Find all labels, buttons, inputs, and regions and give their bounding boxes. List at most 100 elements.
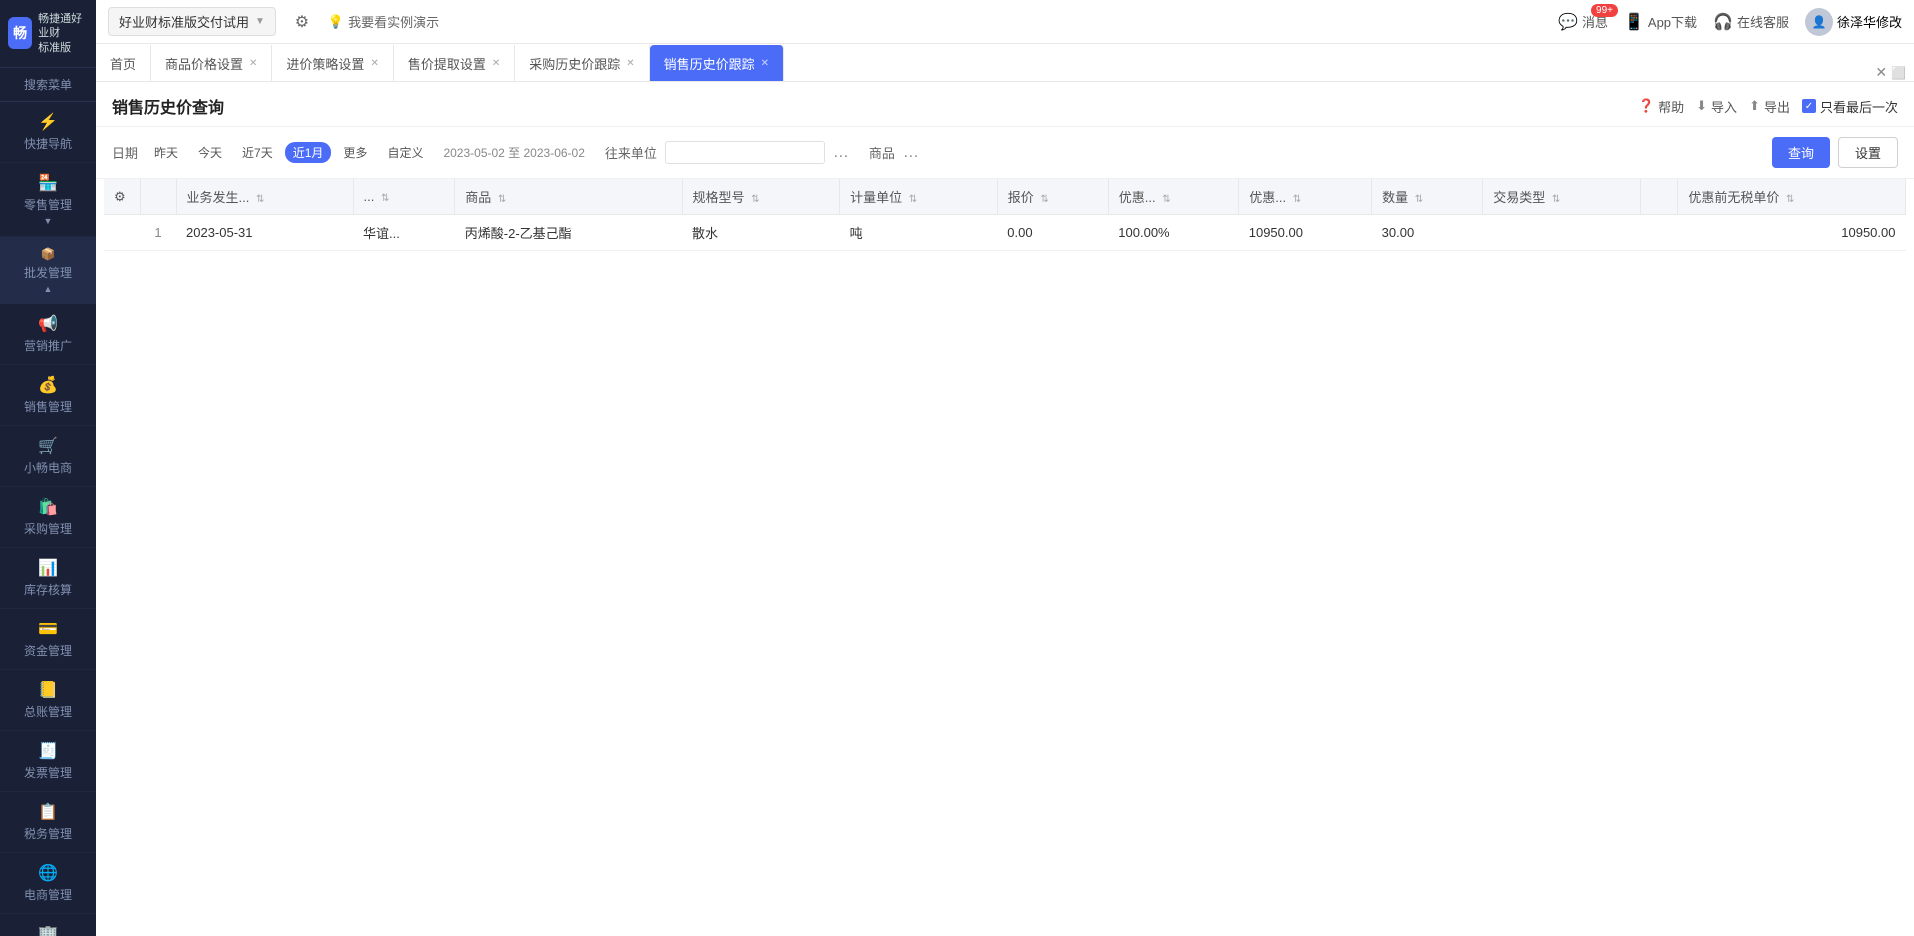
- sidebar-item-ledger[interactable]: 📒 总账管理: [0, 670, 96, 731]
- tab-purchase-history-label: 采购历史价跟踪: [529, 54, 620, 73]
- topbar-right: 💬 消息 99+ 📱 App下载 🎧 在线客服 👤 徐泽华修改: [1558, 8, 1902, 36]
- tab-price-close-icon[interactable]: ✕: [249, 58, 257, 69]
- finance-icon: 💳: [38, 619, 58, 639]
- tab-home-label: 首页: [110, 54, 136, 73]
- sidebar-item-ecommerce[interactable]: 🌐 电商管理: [0, 853, 96, 914]
- col-quantity[interactable]: 数量 ⇅: [1372, 179, 1483, 215]
- col-business-date[interactable]: 业务发生... ⇅: [176, 179, 353, 215]
- app-download-button[interactable]: 📱 App下载: [1624, 12, 1697, 32]
- only-last-checkbox[interactable]: ✓ 只看最后一次: [1802, 97, 1898, 116]
- sidebar-item-quick-nav[interactable]: ⚡ 快捷导航: [0, 102, 96, 163]
- col-more[interactable]: ... ⇅: [353, 179, 455, 215]
- date-filter-group: 日期 昨天 今天 近7天 近1月 更多 自定义 2023-05-02 至 202…: [112, 142, 585, 163]
- product-more-icon[interactable]: …: [903, 144, 919, 162]
- message-icon: 💬: [1558, 12, 1578, 32]
- partner-input[interactable]: [665, 141, 825, 164]
- col-price[interactable]: 报价 ⇅: [997, 179, 1108, 215]
- window-controls: ✕ ⬜: [1867, 64, 1914, 81]
- sidebar: 畅 畅捷通好业财 标准版 搜索菜单 ⚡ 快捷导航 🏪 零售管理 ▼ 📦 批发管理…: [0, 0, 96, 936]
- query-button[interactable]: 查询: [1772, 137, 1830, 168]
- app-icon: 📱: [1624, 12, 1644, 32]
- tab-sale-history-close-icon[interactable]: ✕: [761, 58, 769, 69]
- topbar-settings-button[interactable]: ⚙: [288, 8, 316, 36]
- close-window-icon[interactable]: ✕: [1875, 64, 1887, 81]
- tab-sale-price[interactable]: 售价提取设置 ✕: [394, 45, 515, 81]
- sort-icon-unit: ⇅: [909, 194, 917, 205]
- date-option-last7[interactable]: 近7天: [234, 142, 281, 163]
- col-seq: [140, 179, 176, 215]
- col-pretax-unit-price[interactable]: 优惠前无税单价 ⇅: [1678, 179, 1906, 215]
- date-option-custom[interactable]: 自定义: [379, 142, 431, 163]
- col-unit[interactable]: 计量单位 ⇅: [840, 179, 998, 215]
- sidebar-item-sales[interactable]: 💰 销售管理: [0, 365, 96, 426]
- date-option-last1m[interactable]: 近1月: [285, 142, 332, 163]
- sidebar-item-retail[interactable]: 🏪 零售管理 ▼: [0, 163, 96, 237]
- col-product[interactable]: 商品 ⇅: [455, 179, 682, 215]
- col-discount-rate[interactable]: 优惠... ⇅: [1108, 179, 1238, 215]
- sidebar-search[interactable]: 搜索菜单: [0, 68, 96, 102]
- tab-purchase-strategy-label: 进价策略设置: [286, 54, 364, 73]
- maximize-window-icon[interactable]: ⬜: [1891, 66, 1906, 80]
- import-button[interactable]: ⬇ 导入: [1696, 97, 1737, 116]
- filter-bar: 日期 昨天 今天 近7天 近1月 更多 自定义 2023-05-02 至 202…: [96, 127, 1914, 179]
- sidebar-item-fixed-assets[interactable]: 🏢 固定资产: [0, 914, 96, 936]
- demo-icon: 💡: [328, 14, 344, 30]
- col-settings[interactable]: ⚙: [104, 179, 140, 215]
- help-icon: ❓: [1638, 98, 1654, 114]
- date-option-yesterday[interactable]: 昨天: [146, 142, 186, 163]
- xiao-ecommerce-icon: 🛒: [38, 436, 58, 456]
- sidebar-item-marketing[interactable]: 📢 营销推广: [0, 304, 96, 365]
- cell-quantity: 30.00: [1372, 215, 1483, 251]
- date-option-today[interactable]: 今天: [190, 142, 230, 163]
- tab-purchase-history[interactable]: 采购历史价跟踪 ✕: [515, 45, 649, 81]
- tab-sale-history[interactable]: 销售历史价跟踪 ✕: [650, 45, 784, 81]
- user-menu[interactable]: 👤 徐泽华修改: [1805, 8, 1902, 36]
- cell-seq: 1: [140, 215, 176, 251]
- date-range: 2023-05-02 至 2023-06-02: [443, 144, 584, 161]
- sidebar-item-finance[interactable]: 💳 资金管理: [0, 609, 96, 670]
- sidebar-item-tax[interactable]: 📋 税务管理: [0, 792, 96, 853]
- settings-button[interactable]: 设置: [1838, 137, 1898, 168]
- user-name: 徐泽华修改: [1837, 12, 1902, 31]
- col-transaction-type[interactable]: 交易类型 ⇅: [1483, 179, 1641, 215]
- tab-price[interactable]: 商品价格设置 ✕: [151, 45, 272, 81]
- date-option-more[interactable]: 更多: [335, 142, 375, 163]
- date-options: 昨天 今天 近7天 近1月 更多 自定义: [146, 142, 431, 163]
- tab-purchase-history-close-icon[interactable]: ✕: [626, 58, 634, 69]
- table-row[interactable]: 1 2023-05-31 华谊... 丙烯酸-2-乙基己酯 散水 吨 0.00 …: [104, 215, 1906, 251]
- purchase-icon: 🛍️: [38, 497, 58, 517]
- cell-unit: 吨: [840, 215, 998, 251]
- export-button[interactable]: ⬆ 导出: [1749, 97, 1790, 116]
- service-icon: 🎧: [1713, 12, 1733, 32]
- sidebar-item-invoice[interactable]: 🧾 发票管理: [0, 731, 96, 792]
- partner-more-icon[interactable]: …: [833, 144, 849, 162]
- tab-sale-price-close-icon[interactable]: ✕: [492, 58, 500, 69]
- tab-home[interactable]: 首页: [96, 45, 151, 81]
- tab-purchase-strategy-close-icon[interactable]: ✕: [370, 58, 378, 69]
- message-button[interactable]: 💬 消息 99+: [1558, 12, 1608, 32]
- sort-icon-pretax: ⇅: [1786, 194, 1794, 205]
- sidebar-item-xiao-ecommerce[interactable]: 🛒 小畅电商: [0, 426, 96, 487]
- cell-spec: 散水: [682, 215, 840, 251]
- main-area: 好业财标准版交付试用 ▼ ⚙ 💡 我要看实例演示 💬 消息 99+ 📱 App下…: [96, 0, 1914, 936]
- version-selector[interactable]: 好业财标准版交付试用 ▼: [108, 7, 276, 36]
- demo-link[interactable]: 💡 我要看实例演示: [328, 12, 439, 31]
- marketing-icon: 📢: [38, 314, 58, 334]
- quick-nav-icon: ⚡: [38, 112, 58, 132]
- sort-icon: ⇅: [256, 194, 264, 205]
- tab-purchase-strategy[interactable]: 进价策略设置 ✕: [272, 45, 393, 81]
- sort-icon-transaction: ⇅: [1552, 194, 1560, 205]
- cell-business-date: 2023-05-31: [176, 215, 353, 251]
- online-service-button[interactable]: 🎧 在线客服: [1713, 12, 1789, 32]
- sidebar-item-inventory[interactable]: 📊 库存核算: [0, 548, 96, 609]
- avatar: 👤: [1805, 8, 1833, 36]
- sidebar-item-wholesale[interactable]: 📦 批发管理 ▲: [0, 237, 96, 304]
- col-discount-price[interactable]: 优惠... ⇅: [1239, 179, 1372, 215]
- col-spec[interactable]: 规格型号 ⇅: [682, 179, 840, 215]
- sidebar-logo: 畅 畅捷通好业财 标准版: [0, 0, 96, 68]
- sort-icon-product: ⇅: [498, 194, 506, 205]
- tabbar: 首页 商品价格设置 ✕ 进价策略设置 ✕ 售价提取设置 ✕ 采购历史价跟踪 ✕ …: [96, 44, 1914, 82]
- sidebar-item-purchase[interactable]: 🛍️ 采购管理: [0, 487, 96, 548]
- table-settings-icon: ⚙: [114, 189, 126, 204]
- help-button[interactable]: ❓ 帮助: [1638, 97, 1684, 116]
